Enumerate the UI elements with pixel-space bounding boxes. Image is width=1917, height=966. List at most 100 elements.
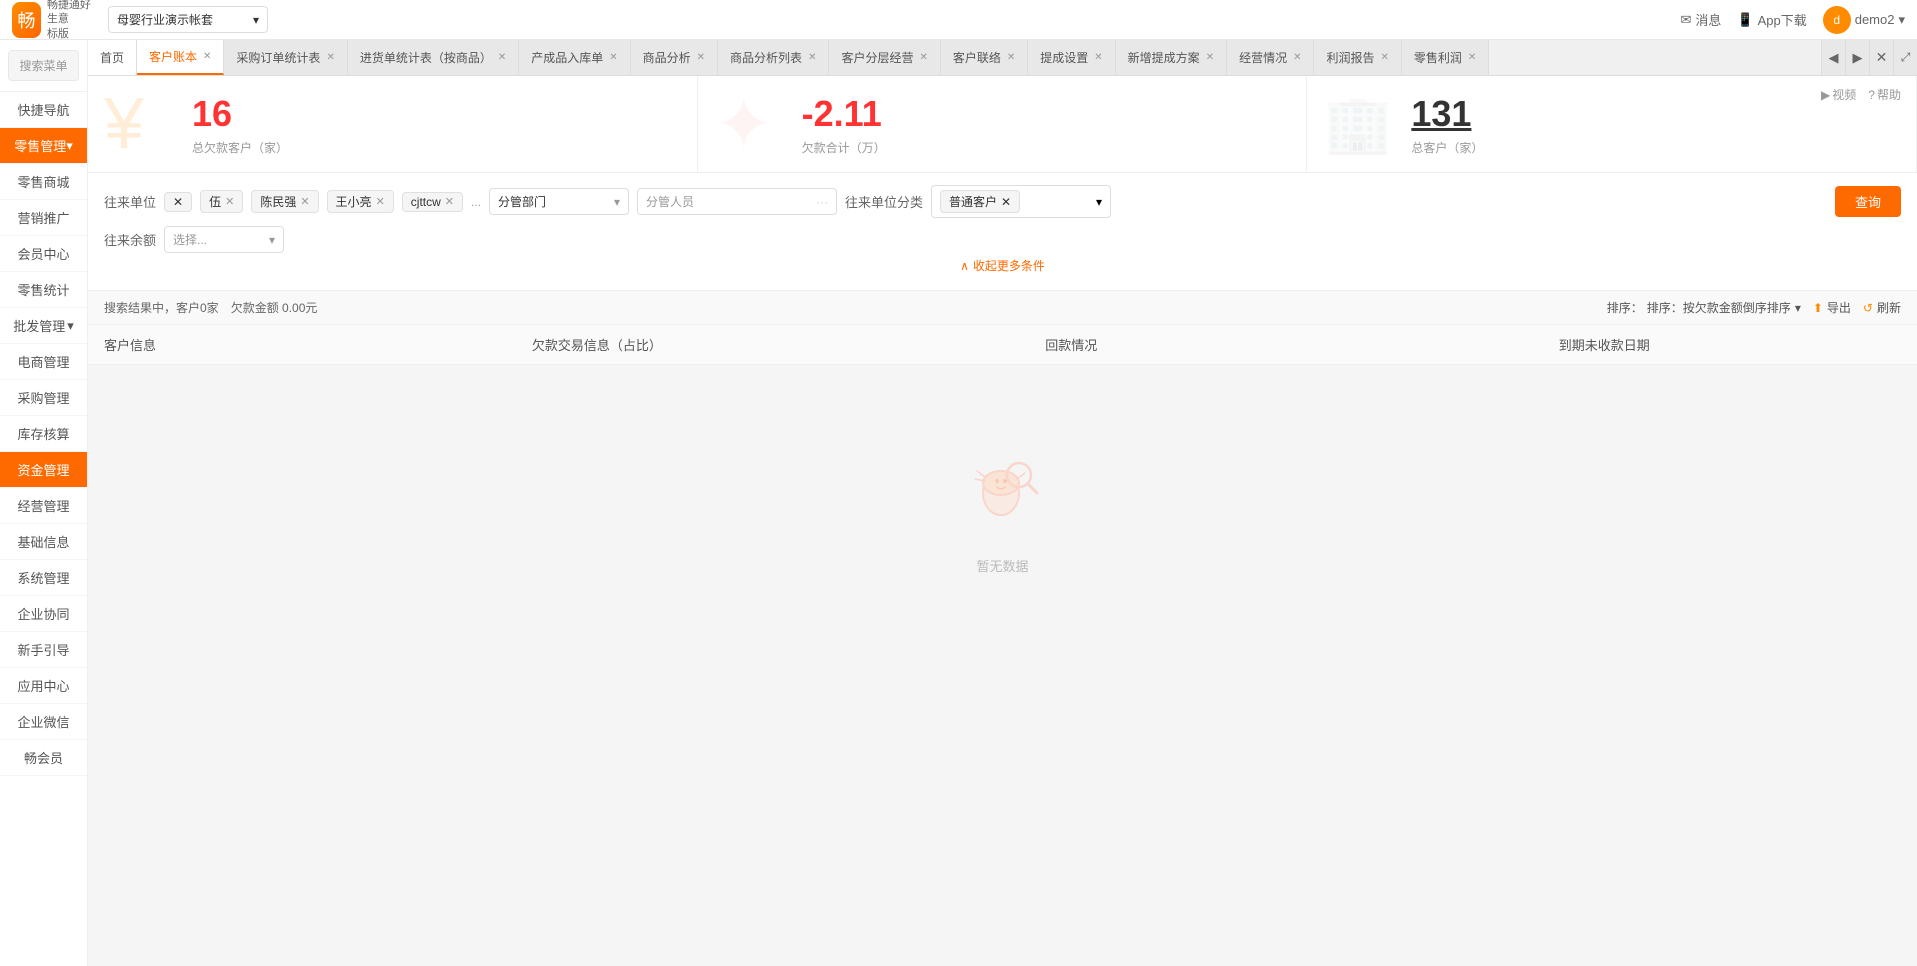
tab-maximize-button[interactable]: ⤢ bbox=[1893, 40, 1917, 76]
filter-tag-x: ✕ bbox=[164, 192, 192, 212]
tab-close-all-button[interactable]: ✕ bbox=[1869, 40, 1893, 76]
content-area: 首页 客户账本 ✕ 采购订单统计表 ✕ 进货单统计表（按商品） ✕ 产成品入库单… bbox=[88, 40, 1917, 966]
sidebar-item-retail-management[interactable]: 零售管理 ▾ bbox=[0, 128, 87, 164]
tab-home[interactable]: 首页 bbox=[88, 40, 137, 75]
tab-close-icon[interactable]: ✕ bbox=[203, 51, 211, 62]
stat-value-debt-total: -2.11 bbox=[802, 92, 882, 135]
tab-prev-button[interactable]: ◀ bbox=[1821, 40, 1845, 76]
sidebar-item-marketing[interactable]: 营销推广 bbox=[0, 200, 87, 236]
sort-selector[interactable]: 排序： 排序：按欠款金额倒序排序 ▾ bbox=[1607, 299, 1801, 316]
sidebar-item-purchase[interactable]: 采购管理 bbox=[0, 380, 87, 416]
filter-tag-cjttcw: cjttcw ✕ bbox=[402, 192, 463, 212]
close-tag-chen[interactable]: ✕ bbox=[300, 195, 309, 208]
col-header-repay: 回款情况 bbox=[1045, 335, 1558, 354]
tab-product-analysis[interactable]: 商品分析 ✕ bbox=[631, 40, 718, 75]
tab-close-icon[interactable]: ✕ bbox=[609, 52, 617, 63]
tab-customer-layering[interactable]: 客户分层经营 ✕ bbox=[829, 40, 940, 75]
tab-customer-contact[interactable]: 客户联络 ✕ bbox=[941, 40, 1028, 75]
tab-commission-settings[interactable]: 提成设置 ✕ bbox=[1028, 40, 1115, 75]
video-help-button[interactable]: ▶ 视频 bbox=[1821, 86, 1856, 103]
dept-selector[interactable]: 分管部门 ▾ bbox=[489, 188, 629, 215]
app-download-button[interactable]: 📱 App下载 bbox=[1737, 10, 1806, 29]
sidebar-item-guide[interactable]: 新手引导 bbox=[0, 632, 87, 668]
help-button[interactable]: ? 帮助 bbox=[1868, 86, 1901, 103]
col-header-date: 到期未收款日期 bbox=[1559, 335, 1901, 354]
sidebar-item-quick-nav[interactable]: 快捷导航 bbox=[0, 92, 87, 128]
tab-next-button[interactable]: ▶ bbox=[1845, 40, 1869, 76]
sidebar-item-app-center[interactable]: 应用中心 bbox=[0, 668, 87, 704]
message-button[interactable]: ✉ 消息 bbox=[1680, 10, 1721, 29]
close-tag-cjttcw[interactable]: ✕ bbox=[445, 195, 454, 208]
filter-area: 往来单位 ✕ 伍 ✕ 陈民强 ✕ 王小亮 ✕ bbox=[88, 173, 1917, 291]
col-header-debt: 欠款交易信息（占比） bbox=[532, 335, 1045, 354]
sidebar-item-finance[interactable]: 资金管理 bbox=[0, 452, 87, 488]
tab-operation-status[interactable]: 经营情况 ✕ bbox=[1227, 40, 1314, 75]
tab-retail-profit[interactable]: 零售利润 ✕ bbox=[1402, 40, 1489, 75]
store-selector[interactable]: 母婴行业演示帐套 ▾ bbox=[108, 6, 268, 33]
tab-product-warehousing[interactable]: 产成品入库单 ✕ bbox=[519, 40, 630, 75]
more-tags-button[interactable]: ... bbox=[471, 195, 481, 209]
sidebar-item-inventory[interactable]: 库存核算 bbox=[0, 416, 87, 452]
sidebar-item-retail-store[interactable]: 零售商城 bbox=[0, 164, 87, 200]
tab-close-icon[interactable]: ✕ bbox=[1094, 52, 1102, 63]
tab-close-icon[interactable]: ✕ bbox=[1293, 52, 1301, 63]
sidebar-item-basic-info[interactable]: 基础信息 bbox=[0, 524, 87, 560]
sidebar-item-vip[interactable]: 畅会员 bbox=[0, 740, 87, 776]
sort-label: 排序： bbox=[1607, 299, 1643, 316]
user-menu[interactable]: d demo2 ▾ bbox=[1823, 6, 1905, 34]
main-layout: 搜索菜单 快捷导航 零售管理 ▾ 零售商城 营销推广 会员中心 零售统计 批发管… bbox=[0, 40, 1917, 966]
tab-product-analysis-list[interactable]: 商品分析列表 ✕ bbox=[718, 40, 829, 75]
filter-row-2: 往来余额 选择... ▾ bbox=[104, 226, 1901, 253]
tab-add-commission-plan[interactable]: 新增提成方案 ✕ bbox=[1116, 40, 1227, 75]
stat-bg-icon-1: ¥ bbox=[104, 83, 144, 165]
chevron-down-icon: ▾ bbox=[253, 13, 259, 27]
sidebar-item-enterprise[interactable]: 企业协同 bbox=[0, 596, 87, 632]
export-button[interactable]: ⬆ 导出 bbox=[1813, 299, 1851, 316]
close-tag-wang[interactable]: ✕ bbox=[376, 195, 385, 208]
stat-card-debt-customers: ¥ 16 总欠款客户（家） bbox=[88, 76, 698, 172]
sidebar-item-system[interactable]: 系统管理 bbox=[0, 560, 87, 596]
tab-stock-stats-by-product[interactable]: 进货单统计表（按商品） ✕ bbox=[348, 40, 519, 75]
sidebar-item-ecommerce[interactable]: 电商管理 bbox=[0, 344, 87, 380]
tab-close-icon[interactable]: ✕ bbox=[919, 52, 927, 63]
sidebar-item-member-center[interactable]: 会员中心 bbox=[0, 236, 87, 272]
tab-close-icon[interactable]: ✕ bbox=[1007, 52, 1015, 63]
stats-row: ¥ 16 总欠款客户（家） ✦ -2.11 欠款合计（万） 🏢 131 总客户（… bbox=[88, 76, 1917, 173]
sidebar-item-wechat[interactable]: 企业微信 bbox=[0, 704, 87, 740]
close-category-tag[interactable]: ✕ bbox=[1001, 195, 1011, 209]
results-bar-left: 搜索结果中，客户0家 欠款金额 0.00元 bbox=[104, 299, 317, 316]
balance-selector[interactable]: 选择... ▾ bbox=[164, 226, 284, 253]
category-selector[interactable]: 普通客户 ✕ ▾ bbox=[931, 185, 1111, 218]
query-button[interactable]: 查询 bbox=[1835, 186, 1901, 217]
tab-close-icon[interactable]: ✕ bbox=[1381, 52, 1389, 63]
tab-close-icon[interactable]: ✕ bbox=[808, 52, 816, 63]
sidebar-item-operation[interactable]: 经营管理 bbox=[0, 488, 87, 524]
refresh-button[interactable]: ↺ 刷新 bbox=[1863, 299, 1901, 316]
tab-profit-report[interactable]: 利润报告 ✕ bbox=[1314, 40, 1401, 75]
tab-close-icon[interactable]: ✕ bbox=[326, 52, 334, 63]
logo-text: 畅捷通好生意 标版 bbox=[47, 0, 100, 41]
search-menu-button[interactable]: 搜索菜单 bbox=[8, 50, 79, 81]
tab-customer-ledger[interactable]: 客户账本 ✕ bbox=[137, 40, 224, 75]
tab-close-icon[interactable]: ✕ bbox=[1468, 52, 1476, 63]
tab-close-icon[interactable]: ✕ bbox=[1206, 52, 1214, 63]
chevron-down-icon: ▾ bbox=[614, 195, 620, 209]
stat-label-debt-total: 欠款合计（万） bbox=[802, 139, 886, 156]
sidebar-item-retail-stats[interactable]: 零售统计 bbox=[0, 272, 87, 308]
stat-bg-icon-3: 🏢 bbox=[1323, 91, 1393, 157]
close-tag-wu[interactable]: ✕ bbox=[225, 195, 234, 208]
chevron-down-icon: ▾ bbox=[1795, 301, 1801, 315]
top-bar: 畅 畅捷通好生意 标版 母婴行业演示帐套 ▾ ✉ 消息 📱 App下载 d de… bbox=[0, 0, 1917, 40]
chevron-down-icon: ▾ bbox=[269, 233, 275, 247]
tab-bar: 首页 客户账本 ✕ 采购订单统计表 ✕ 进货单统计表（按商品） ✕ 产成品入库单… bbox=[88, 40, 1917, 76]
tab-close-icon[interactable]: ✕ bbox=[697, 52, 705, 63]
debt-total-label: 欠款金额 0.00元 bbox=[231, 299, 318, 316]
collapse-button[interactable]: ∧ 收起更多条件 bbox=[104, 257, 1901, 274]
sidebar-item-wholesale[interactable]: 批发管理 ▾ bbox=[0, 308, 87, 344]
people-selector[interactable]: 分管人员 ··· bbox=[637, 188, 837, 215]
tab-purchase-order-stats[interactable]: 采购订单统计表 ✕ bbox=[224, 40, 347, 75]
results-bar: 搜索结果中，客户0家 欠款金额 0.00元 排序： 排序：按欠款金额倒序排序 ▾… bbox=[88, 291, 1917, 325]
tab-close-icon[interactable]: ✕ bbox=[498, 52, 506, 63]
col-header-customer: 客户信息 bbox=[104, 335, 532, 354]
filter-tag-wang: 王小亮 ✕ bbox=[327, 190, 394, 213]
